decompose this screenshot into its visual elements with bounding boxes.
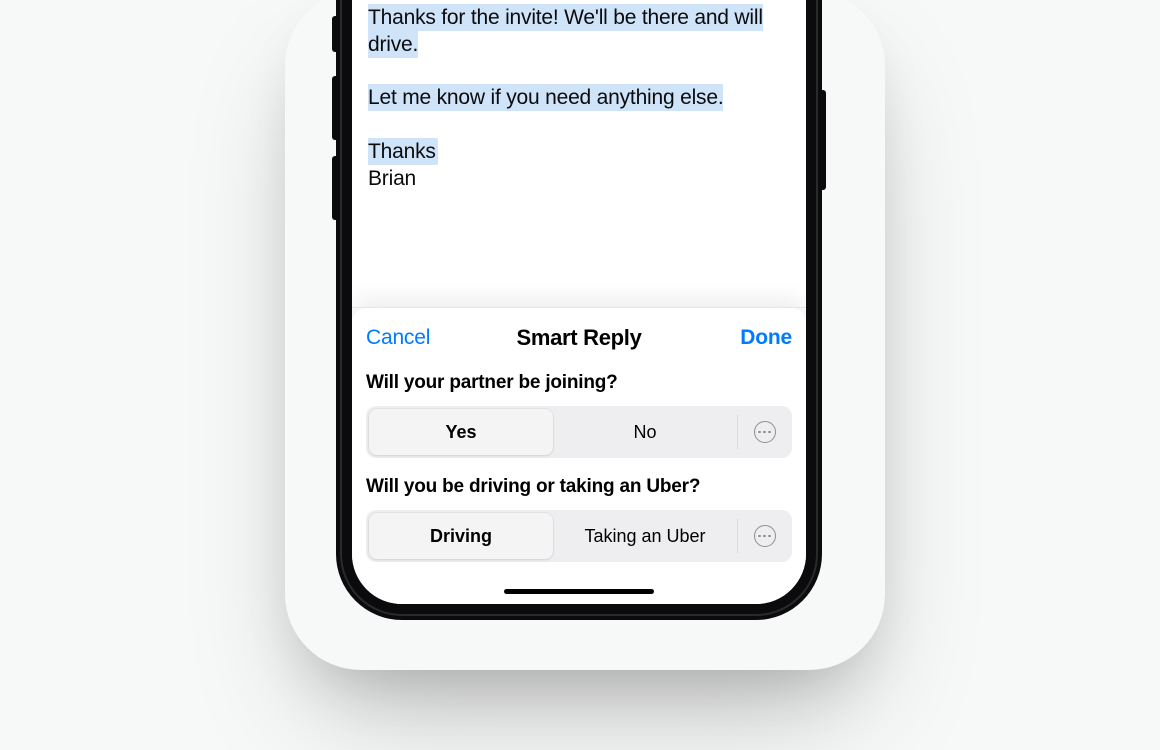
question-label: Will you be driving or taking an Uber?	[366, 476, 792, 498]
email-selected-text[interactable]: Hi Jasmine Thanks for the invite! We'll …	[368, 0, 763, 165]
power-button	[822, 90, 826, 190]
smart-reply-panel: Cancel Smart Reply Done Will your partne…	[352, 308, 806, 604]
segment-option-yes[interactable]: Yes	[369, 409, 553, 455]
question-block-1: Will your partner be joining? Yes No	[366, 372, 792, 458]
segment-more-button[interactable]	[737, 415, 789, 449]
segment-option-uber[interactable]: Taking an Uber	[553, 513, 737, 559]
ellipsis-icon	[754, 525, 776, 547]
segment-option-no[interactable]: No	[553, 409, 737, 455]
segmented-control: Driving Taking an Uber	[366, 510, 792, 562]
segment-more-button[interactable]	[737, 519, 789, 553]
done-button[interactable]: Done	[740, 326, 792, 350]
question-label: Will your partner be joining?	[366, 372, 792, 394]
side-button	[332, 16, 336, 52]
panel-title: Smart Reply	[516, 325, 641, 351]
segment-option-label: Taking an Uber	[584, 526, 705, 547]
volume-up-button	[332, 76, 336, 140]
email-compose-body[interactable]: Hi Jasmine Thanks for the invite! We'll …	[352, 0, 806, 217]
panel-header: Cancel Smart Reply Done	[366, 326, 792, 350]
question-block-2: Will you be driving or taking an Uber? D…	[366, 476, 792, 562]
ellipsis-icon	[754, 421, 776, 443]
cancel-button[interactable]: Cancel	[366, 326, 430, 350]
home-indicator[interactable]	[504, 589, 654, 594]
phone-frame: Hi Jasmine Thanks for the invite! We'll …	[336, 0, 822, 620]
volume-down-button	[332, 156, 336, 220]
screen: Hi Jasmine Thanks for the invite! We'll …	[352, 0, 806, 604]
segment-option-driving[interactable]: Driving	[369, 513, 553, 559]
segmented-control: Yes No	[366, 406, 792, 458]
segment-option-label: Driving	[430, 526, 492, 547]
email-signature[interactable]: Brian	[368, 167, 416, 190]
segment-option-label: No	[633, 422, 656, 443]
segment-option-label: Yes	[445, 422, 476, 443]
